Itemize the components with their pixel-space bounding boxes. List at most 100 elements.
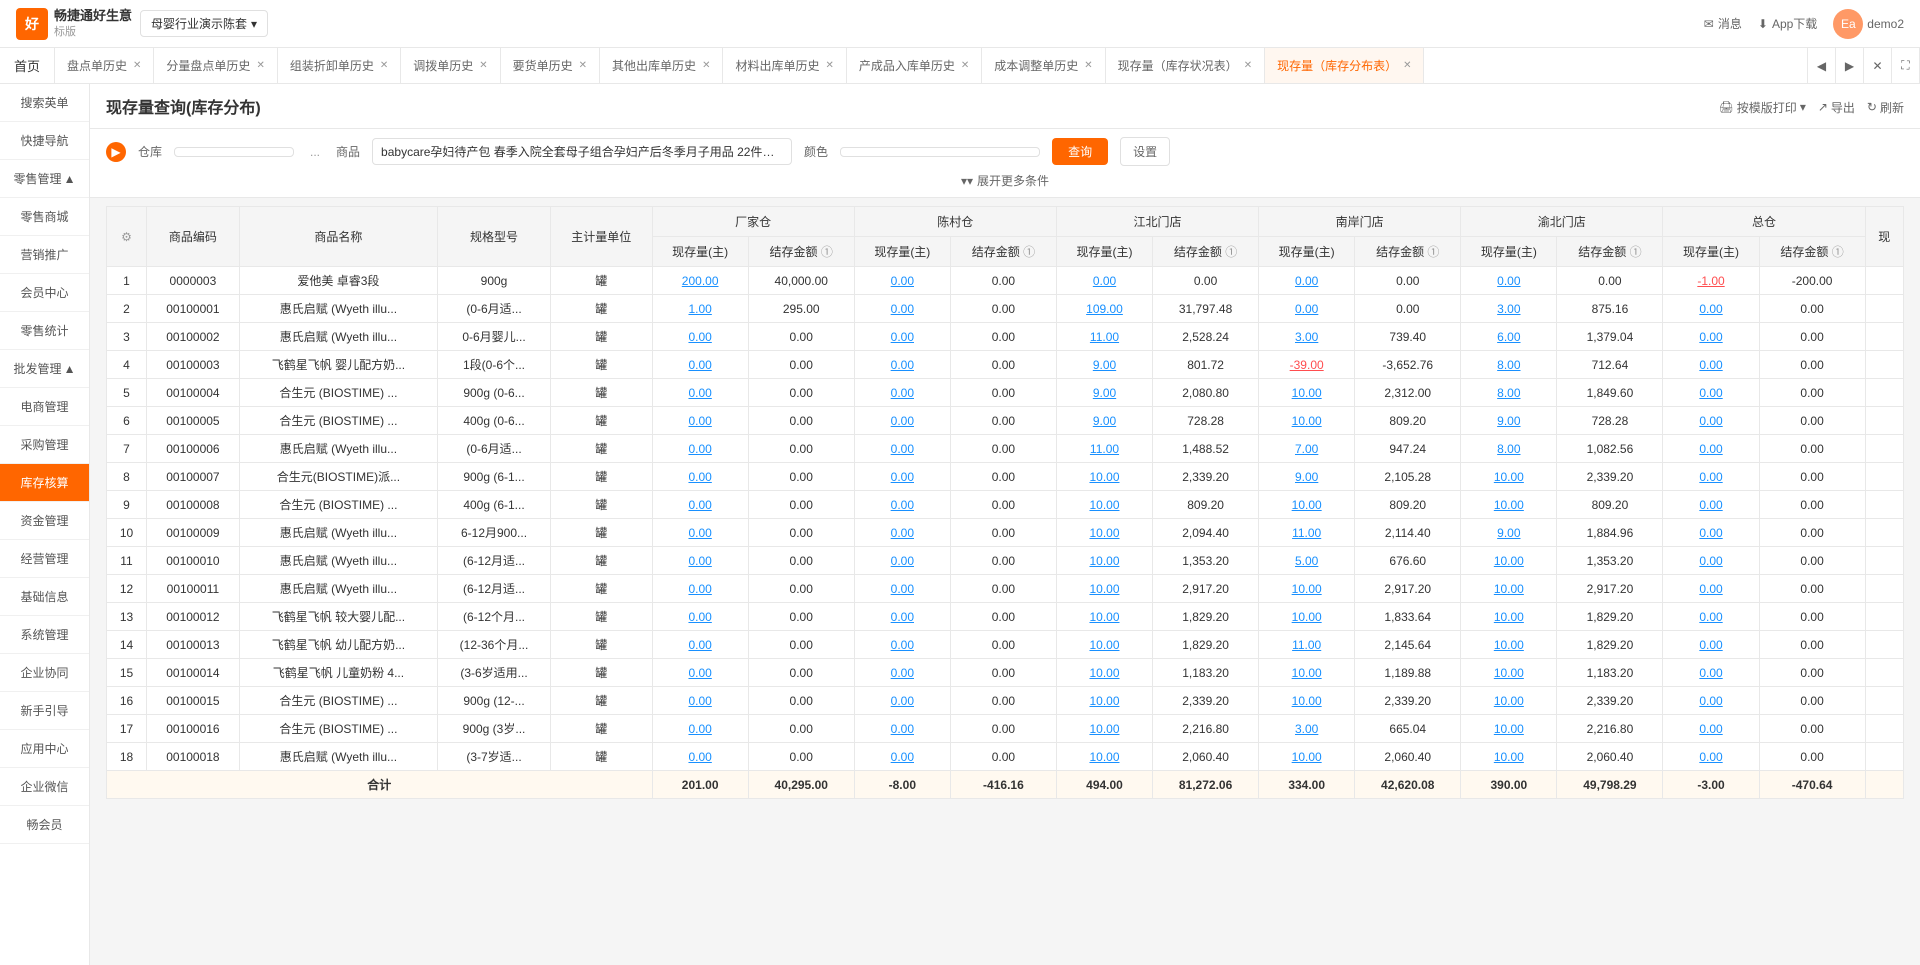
qty-link[interactable]: 0.00 — [891, 582, 914, 596]
user-area[interactable]: Ea demo2 — [1833, 9, 1904, 39]
info-icon[interactable]: ① — [1023, 245, 1035, 259]
color-input[interactable] — [840, 147, 1040, 157]
qty-link[interactable]: 6.00 — [1497, 330, 1520, 344]
qty-link[interactable]: 10.00 — [1494, 722, 1524, 736]
setting-button[interactable]: 设置 — [1120, 137, 1170, 166]
qty-link[interactable]: 11.00 — [1292, 638, 1321, 652]
qty-link[interactable]: 5.00 — [1295, 554, 1318, 568]
qty-link[interactable]: 0.00 — [891, 274, 914, 288]
qty-link[interactable]: 10.00 — [1292, 582, 1322, 596]
qty-link[interactable]: 8.00 — [1497, 386, 1520, 400]
sidebar-item-wechat[interactable]: 企业微信 — [0, 768, 89, 806]
qty-link[interactable]: 10.00 — [1089, 750, 1119, 764]
tab-expand-btn[interactable]: ⛶ — [1892, 48, 1920, 84]
tab-qtck[interactable]: 其他出库单历史 ✕ — [600, 48, 723, 83]
qty-link[interactable]: 11.00 — [1090, 330, 1119, 344]
tab-yhd[interactable]: 要货单历史 ✕ — [501, 48, 600, 83]
qty-link[interactable]: 0.00 — [1699, 386, 1722, 400]
qty-link[interactable]: 0.00 — [688, 470, 711, 484]
qty-link[interactable]: 0.00 — [1295, 302, 1318, 316]
qty-link[interactable]: 10.00 — [1292, 666, 1322, 680]
col-gear[interactable]: ⚙ — [107, 207, 147, 267]
qty-link[interactable]: 0.00 — [891, 610, 914, 624]
qty-link[interactable]: 10.00 — [1089, 526, 1119, 540]
qty-link[interactable]: 10.00 — [1089, 694, 1119, 708]
qty-link[interactable]: 10.00 — [1089, 470, 1119, 484]
qty-link[interactable]: 0.00 — [891, 722, 914, 736]
tab-close-icon[interactable]: ✕ — [702, 60, 710, 71]
qty-link[interactable]: 11.00 — [1090, 442, 1119, 456]
qty-link[interactable]: -1.00 — [1697, 274, 1724, 288]
qty-link[interactable]: 10.00 — [1089, 554, 1119, 568]
info-icon[interactable]: ① — [821, 245, 833, 259]
qty-link[interactable]: 10.00 — [1494, 750, 1524, 764]
sidebar-item-retail-mall[interactable]: 零售商城 — [0, 198, 89, 236]
qty-link[interactable]: 0.00 — [891, 554, 914, 568]
qty-link[interactable]: 0.00 — [688, 386, 711, 400]
filter-expand-toggle[interactable]: ▶ — [106, 142, 126, 162]
qty-link[interactable]: 0.00 — [891, 386, 914, 400]
print-btn[interactable]: 🖨 按模版打印 ▾ — [1719, 99, 1806, 116]
qty-link[interactable]: 0.00 — [1699, 610, 1722, 624]
qty-link[interactable]: 3.00 — [1497, 302, 1520, 316]
refresh-btn[interactable]: ↻ 刷新 — [1867, 99, 1904, 116]
sidebar-item-member2[interactable]: 畅会员 — [0, 806, 89, 844]
qty-link[interactable]: 0.00 — [891, 330, 914, 344]
sidebar-item-purchase[interactable]: 采购管理 — [0, 426, 89, 464]
sidebar-item-member[interactable]: 会员中心 — [0, 274, 89, 312]
qty-link[interactable]: 0.00 — [891, 750, 914, 764]
qty-link[interactable]: 0.00 — [1699, 414, 1722, 428]
qty-link[interactable]: 0.00 — [688, 498, 711, 512]
qty-link[interactable]: 0.00 — [1699, 722, 1722, 736]
tab-close-icon[interactable]: ✕ — [380, 60, 388, 71]
sidebar-item-nav[interactable]: 快捷导航 — [0, 122, 89, 160]
tab-close-icon[interactable]: ✕ — [1244, 60, 1252, 71]
qty-link[interactable]: 0.00 — [891, 470, 914, 484]
tab-close-icon[interactable]: ✕ — [961, 60, 969, 71]
info-icon[interactable]: ① — [1225, 245, 1237, 259]
tab-close-icon[interactable]: ✕ — [256, 60, 264, 71]
product-input[interactable]: babycare孕妇待产包 春季入院全套母子组合孕妇产后冬季月子用品 22件套 … — [372, 138, 792, 165]
qty-link[interactable]: 0.00 — [1699, 582, 1722, 596]
export-btn[interactable]: ↗ 导出 — [1818, 99, 1855, 116]
qty-link[interactable]: 10.00 — [1494, 638, 1524, 652]
qty-link[interactable]: 0.00 — [688, 442, 711, 456]
tab-flpdlsh[interactable]: 分量盘点单历史 ✕ — [154, 48, 277, 83]
qty-link[interactable]: 9.00 — [1093, 386, 1116, 400]
qty-link[interactable]: 0.00 — [688, 526, 711, 540]
qty-link[interactable]: 0.00 — [1295, 274, 1318, 288]
sidebar-item-collab[interactable]: 企业协同 — [0, 654, 89, 692]
tab-dbd[interactable]: 调拨单历史 ✕ — [401, 48, 500, 83]
qty-link[interactable]: 10.00 — [1292, 694, 1322, 708]
app-download-btn[interactable]: ⬇ App下载 — [1758, 15, 1817, 32]
qty-link[interactable]: 0.00 — [1699, 638, 1722, 652]
qty-link[interactable]: 0.00 — [688, 694, 711, 708]
qty-link[interactable]: 10.00 — [1089, 666, 1119, 680]
qty-link[interactable]: 0.00 — [891, 442, 914, 456]
gear-icon[interactable]: ⚙ — [121, 230, 132, 244]
qty-link[interactable]: 8.00 — [1497, 442, 1520, 456]
qty-link[interactable]: 200.00 — [682, 274, 719, 288]
qty-link[interactable]: 10.00 — [1089, 638, 1119, 652]
qty-link[interactable]: 10.00 — [1494, 694, 1524, 708]
qty-link[interactable]: 109.00 — [1086, 302, 1123, 316]
tab-home[interactable]: 首页 — [0, 48, 55, 83]
tab-cpcrk[interactable]: 产成品入库单历史 ✕ — [847, 48, 982, 83]
tab-next-btn[interactable]: ▶ — [1836, 48, 1864, 84]
qty-link[interactable]: 10.00 — [1292, 414, 1322, 428]
tab-clck[interactable]: 材料出库单历史 ✕ — [723, 48, 846, 83]
qty-link[interactable]: 0.00 — [1699, 330, 1722, 344]
qty-link[interactable]: 3.00 — [1295, 330, 1318, 344]
qty-link[interactable]: 10.00 — [1494, 582, 1524, 596]
qty-link[interactable]: 10.00 — [1292, 750, 1322, 764]
qty-link[interactable]: 0.00 — [1699, 554, 1722, 568]
qty-link[interactable]: 10.00 — [1089, 610, 1119, 624]
sidebar-item-inventory[interactable]: 库存核算 — [0, 464, 89, 502]
qty-link[interactable]: 0.00 — [1699, 498, 1722, 512]
tab-cbtz[interactable]: 成本调整单历史 ✕ — [982, 48, 1105, 83]
tab-close-icon[interactable]: ✕ — [579, 60, 587, 71]
qty-link[interactable]: 0.00 — [688, 358, 711, 372]
store-selector[interactable]: 母婴行业演示陈套 ▾ — [140, 10, 268, 37]
qty-link[interactable]: -39.00 — [1290, 358, 1324, 372]
qty-link[interactable]: 0.00 — [688, 330, 711, 344]
